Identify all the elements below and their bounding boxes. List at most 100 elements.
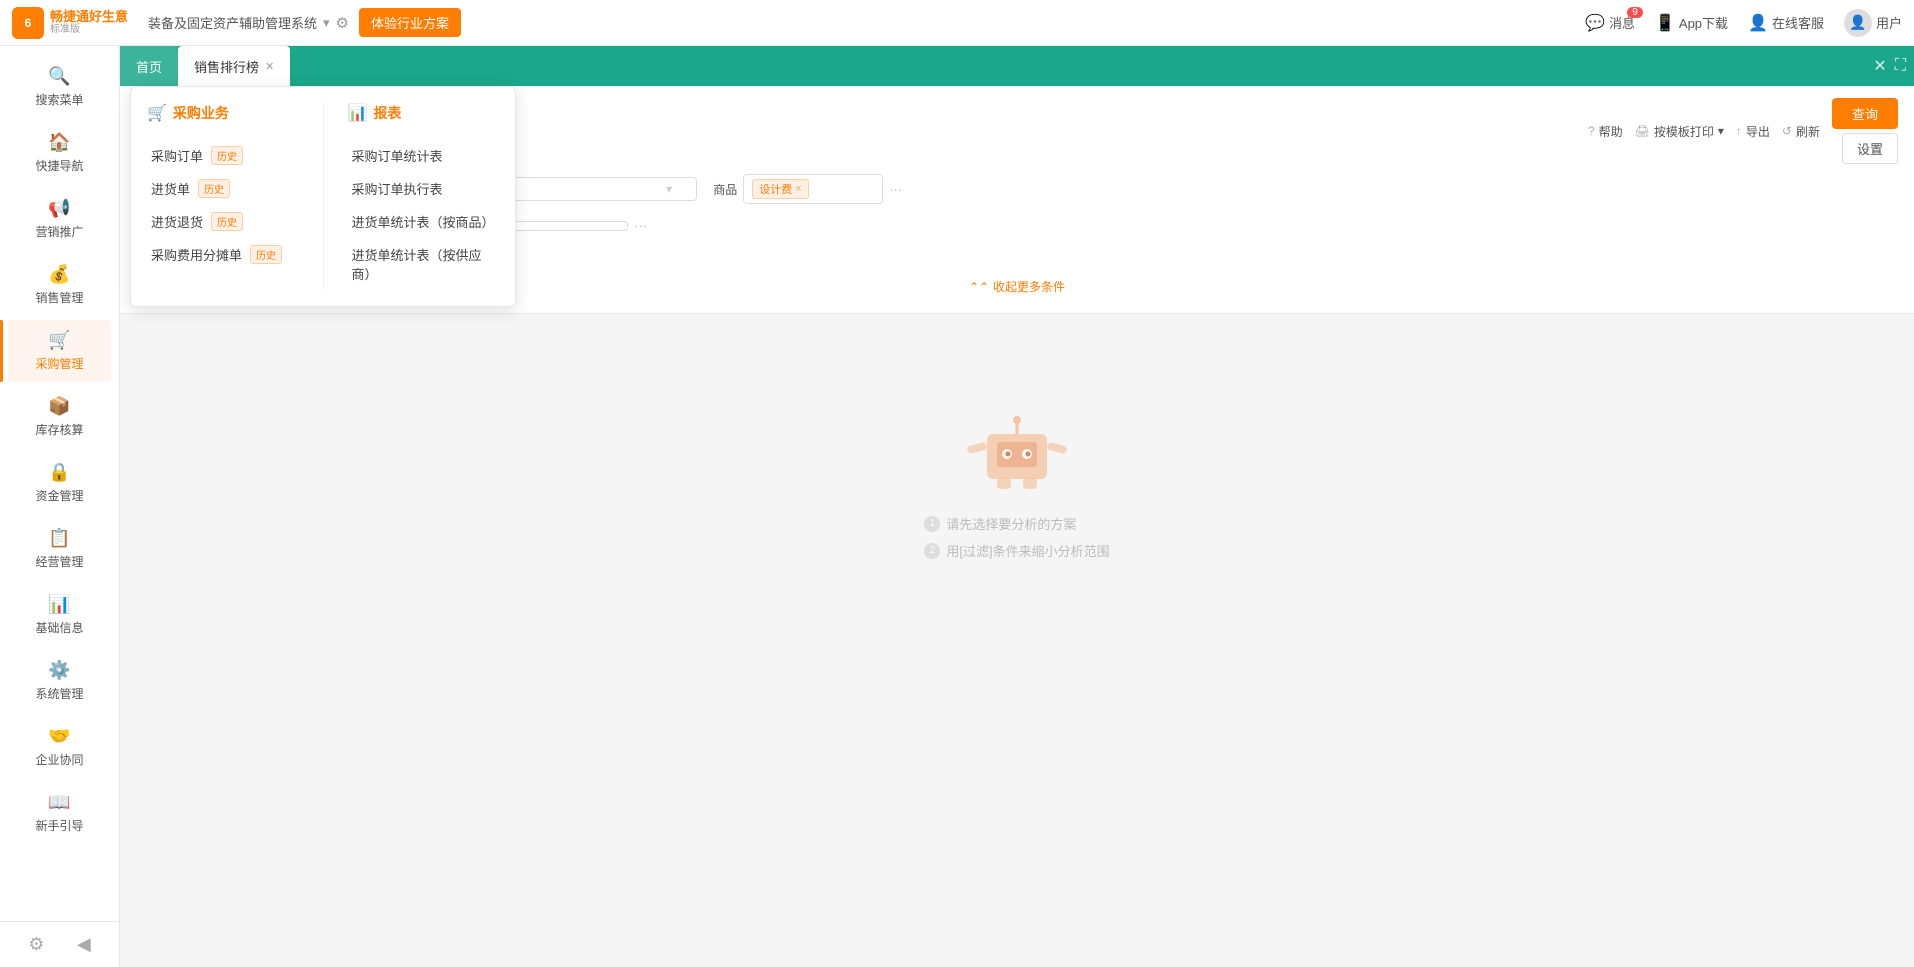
sidebar-item-system[interactable]: ⚙️ 系统管理 [8, 650, 111, 712]
app-download-btn[interactable]: 📱 App下载 [1655, 13, 1728, 33]
online-service-btn[interactable]: 👤 在线客服 [1748, 13, 1824, 33]
export-label: 导出 [1746, 123, 1770, 140]
export-btn[interactable]: ↑ 导出 [1736, 123, 1770, 140]
sidebar-collapse-btn[interactable]: ◀ [77, 934, 91, 955]
sidebar-item-finance[interactable]: 🔒 资金管理 [8, 452, 111, 514]
sidebar-item-guide[interactable]: 📖 新手引导 [8, 782, 111, 844]
logo-area: 6 畅捷通好生意 标准版 [12, 7, 132, 39]
dropdown-divider [323, 103, 324, 290]
doc-status-select[interactable]: ▾ [497, 177, 697, 201]
sidebar-label-purchase: 采购管理 [35, 355, 83, 372]
sidebar-item-purchase[interactable]: 🛒 采购管理 [8, 320, 111, 382]
step-dot-1: 1 [924, 516, 940, 532]
purchase-dropdown-menu: 🛒 采购业务 采购订单 历史 进货单 历史 进货退货 历史 采购费用分摊单 历史… [130, 86, 516, 307]
sidebar-label-search: 搜索菜单 [35, 91, 83, 108]
tab-sales-rank[interactable]: 销售排行榜 ✕ [178, 46, 290, 86]
dropdown-purchase-icon: 🛒 [147, 103, 167, 123]
goods-dots[interactable]: ··· [889, 182, 902, 197]
sidebar-label-basic-info: 基础信息 [35, 619, 83, 636]
goods-tag-close[interactable]: × [795, 183, 801, 195]
dropdown-purchase-order-stats[interactable]: 采购订单统计表 [348, 139, 500, 172]
sidebar-item-marketing[interactable]: 📢 营销推广 [8, 188, 111, 250]
user-btn[interactable]: 👤 用户 [1844, 9, 1902, 37]
phone-icon: 📱 [1655, 13, 1675, 33]
print-label: 按模板打印 [1654, 123, 1714, 140]
doc-status-arrow: ▾ [666, 182, 672, 196]
sidebar-item-enterprise[interactable]: 🤝 企业协同 [8, 716, 111, 778]
dropdown-purchase-order-exec-label: 采购订单执行表 [352, 179, 443, 198]
empty-state: 1 请先选择要分析的方案 2 用[过滤]条件来缩小分析范围 [120, 314, 1914, 640]
sidebar-label-system: 系统管理 [35, 685, 83, 702]
salesperson-dots[interactable]: ··· [634, 218, 647, 233]
dropdown-goods-receipt-label: 进货单 [151, 179, 190, 198]
refresh-btn[interactable]: ↺ 刷新 [1782, 123, 1820, 140]
dropdown-report-title: 📊 报表 [348, 103, 500, 129]
sidebar-item-quick-nav[interactable]: 🏠 快捷导航 [8, 122, 111, 184]
logo-sub-text: 标准版 [50, 24, 128, 36]
export-icon: ↑ [1736, 124, 1742, 138]
dropdown-purchase-col: 🛒 采购业务 采购订单 历史 进货单 历史 进货退货 历史 采购费用分摊单 历史 [147, 103, 299, 290]
tab-close-btn[interactable]: ✕ [265, 60, 274, 73]
print-icon: 🖨 [1635, 124, 1650, 138]
basic-info-icon: 📊 [48, 594, 70, 615]
sidebar-settings-btn[interactable]: ⚙ [28, 934, 44, 955]
home-icon: 🏠 [48, 132, 70, 153]
dropdown-goods-return-history[interactable]: 历史 [211, 212, 243, 231]
user-label: 用户 [1876, 13, 1902, 32]
goods-tag-text: 设计费 [759, 181, 792, 197]
sidebar-bottom: ⚙ ◀ [0, 921, 119, 967]
dropdown-purchase-order-exec[interactable]: 采购订单执行表 [348, 172, 500, 205]
dropdown-purchase-expense[interactable]: 采购费用分摊单 历史 [147, 238, 299, 271]
step-dot-2: 2 [924, 543, 940, 559]
dropdown-purchase-order[interactable]: 采购订单 历史 [147, 139, 299, 172]
dropdown-purchase-order-history[interactable]: 历史 [211, 146, 243, 165]
query-btn[interactable]: 查询 [1832, 98, 1898, 129]
dropdown-report-col: 📊 报表 采购订单统计表 采购订单执行表 进货单统计表（按商品） 进货单统计表（… [348, 103, 500, 290]
dropdown-receipt-stats-supplier[interactable]: 进货单统计表（按供应商） [348, 238, 500, 290]
service-icon: 👤 [1748, 13, 1768, 33]
goods-filter: 商品 设计费 × ··· [713, 174, 902, 204]
dropdown-report-icon: 📊 [348, 103, 368, 123]
logo-main-text: 畅捷通好生意 [50, 9, 128, 25]
empty-illustration [957, 394, 1077, 494]
message-badge: 9 [1627, 7, 1643, 18]
dropdown-receipt-stats-supplier-label: 进货单统计表（按供应商） [352, 245, 496, 283]
help-btn[interactable]: ? 帮助 [1588, 123, 1623, 140]
message-btn[interactable]: 💬 消息 9 [1585, 13, 1635, 33]
dropdown-purchase-expense-history[interactable]: 历史 [250, 245, 282, 264]
tab-maximize-btn[interactable]: ⛶ [1895, 57, 1906, 75]
dropdown-goods-receipt[interactable]: 进货单 历史 [147, 172, 299, 205]
collapse-up-icon: ⌃⌃ [969, 280, 989, 294]
tab-home-label: 首页 [136, 57, 162, 76]
goods-input[interactable]: 设计费 × [743, 174, 883, 204]
online-service-label: 在线客服 [1772, 13, 1824, 32]
sidebar-label-finance: 资金管理 [35, 487, 83, 504]
dropdown-goods-return[interactable]: 进货退货 历史 [147, 205, 299, 238]
dropdown-receipt-stats-goods-label: 进货单统计表（按商品） [352, 212, 495, 231]
finance-icon: 🔒 [48, 462, 70, 483]
refresh-icon: ↺ [1782, 124, 1792, 138]
empty-step2-text: 用[过滤]条件来缩小分析范围 [946, 541, 1109, 560]
print-btn[interactable]: 🖨 按模板打印 ▾ [1635, 123, 1724, 140]
system-settings-icon[interactable]: ⚙ [336, 14, 349, 32]
system-title-arrow[interactable]: ▾ [323, 15, 330, 31]
help-icon: ? [1588, 124, 1595, 138]
guide-icon: 📖 [48, 792, 70, 813]
dropdown-goods-return-label: 进货退货 [151, 212, 203, 231]
tab-close-all-btn[interactable]: ✕ [1873, 56, 1886, 76]
settings-btn[interactable]: 设置 [1842, 133, 1898, 164]
svg-text:6: 6 [25, 16, 32, 30]
sidebar-item-basic-info[interactable]: 📊 基础信息 [8, 584, 111, 646]
empty-step1-text: 请先选择要分析的方案 [946, 514, 1076, 533]
sidebar-item-search[interactable]: 🔍 搜索菜单 [8, 56, 111, 118]
dropdown-receipt-stats-goods[interactable]: 进货单统计表（按商品） [348, 205, 500, 238]
tab-home[interactable]: 首页 [120, 46, 178, 86]
dropdown-goods-receipt-history[interactable]: 历史 [198, 179, 230, 198]
sidebar-item-inventory[interactable]: 📦 库存核算 [8, 386, 111, 448]
top-right: 💬 消息 9 📱 App下载 👤 在线客服 👤 用户 [1585, 9, 1902, 37]
sidebar-item-sales[interactable]: 💰 销售管理 [8, 254, 111, 316]
industry-btn[interactable]: 体验行业方案 [359, 8, 461, 37]
print-arrow[interactable]: ▾ [1718, 124, 1724, 138]
sidebar-item-operation[interactable]: 📋 经营管理 [8, 518, 111, 580]
sidebar-label-sales: 销售管理 [35, 289, 83, 306]
